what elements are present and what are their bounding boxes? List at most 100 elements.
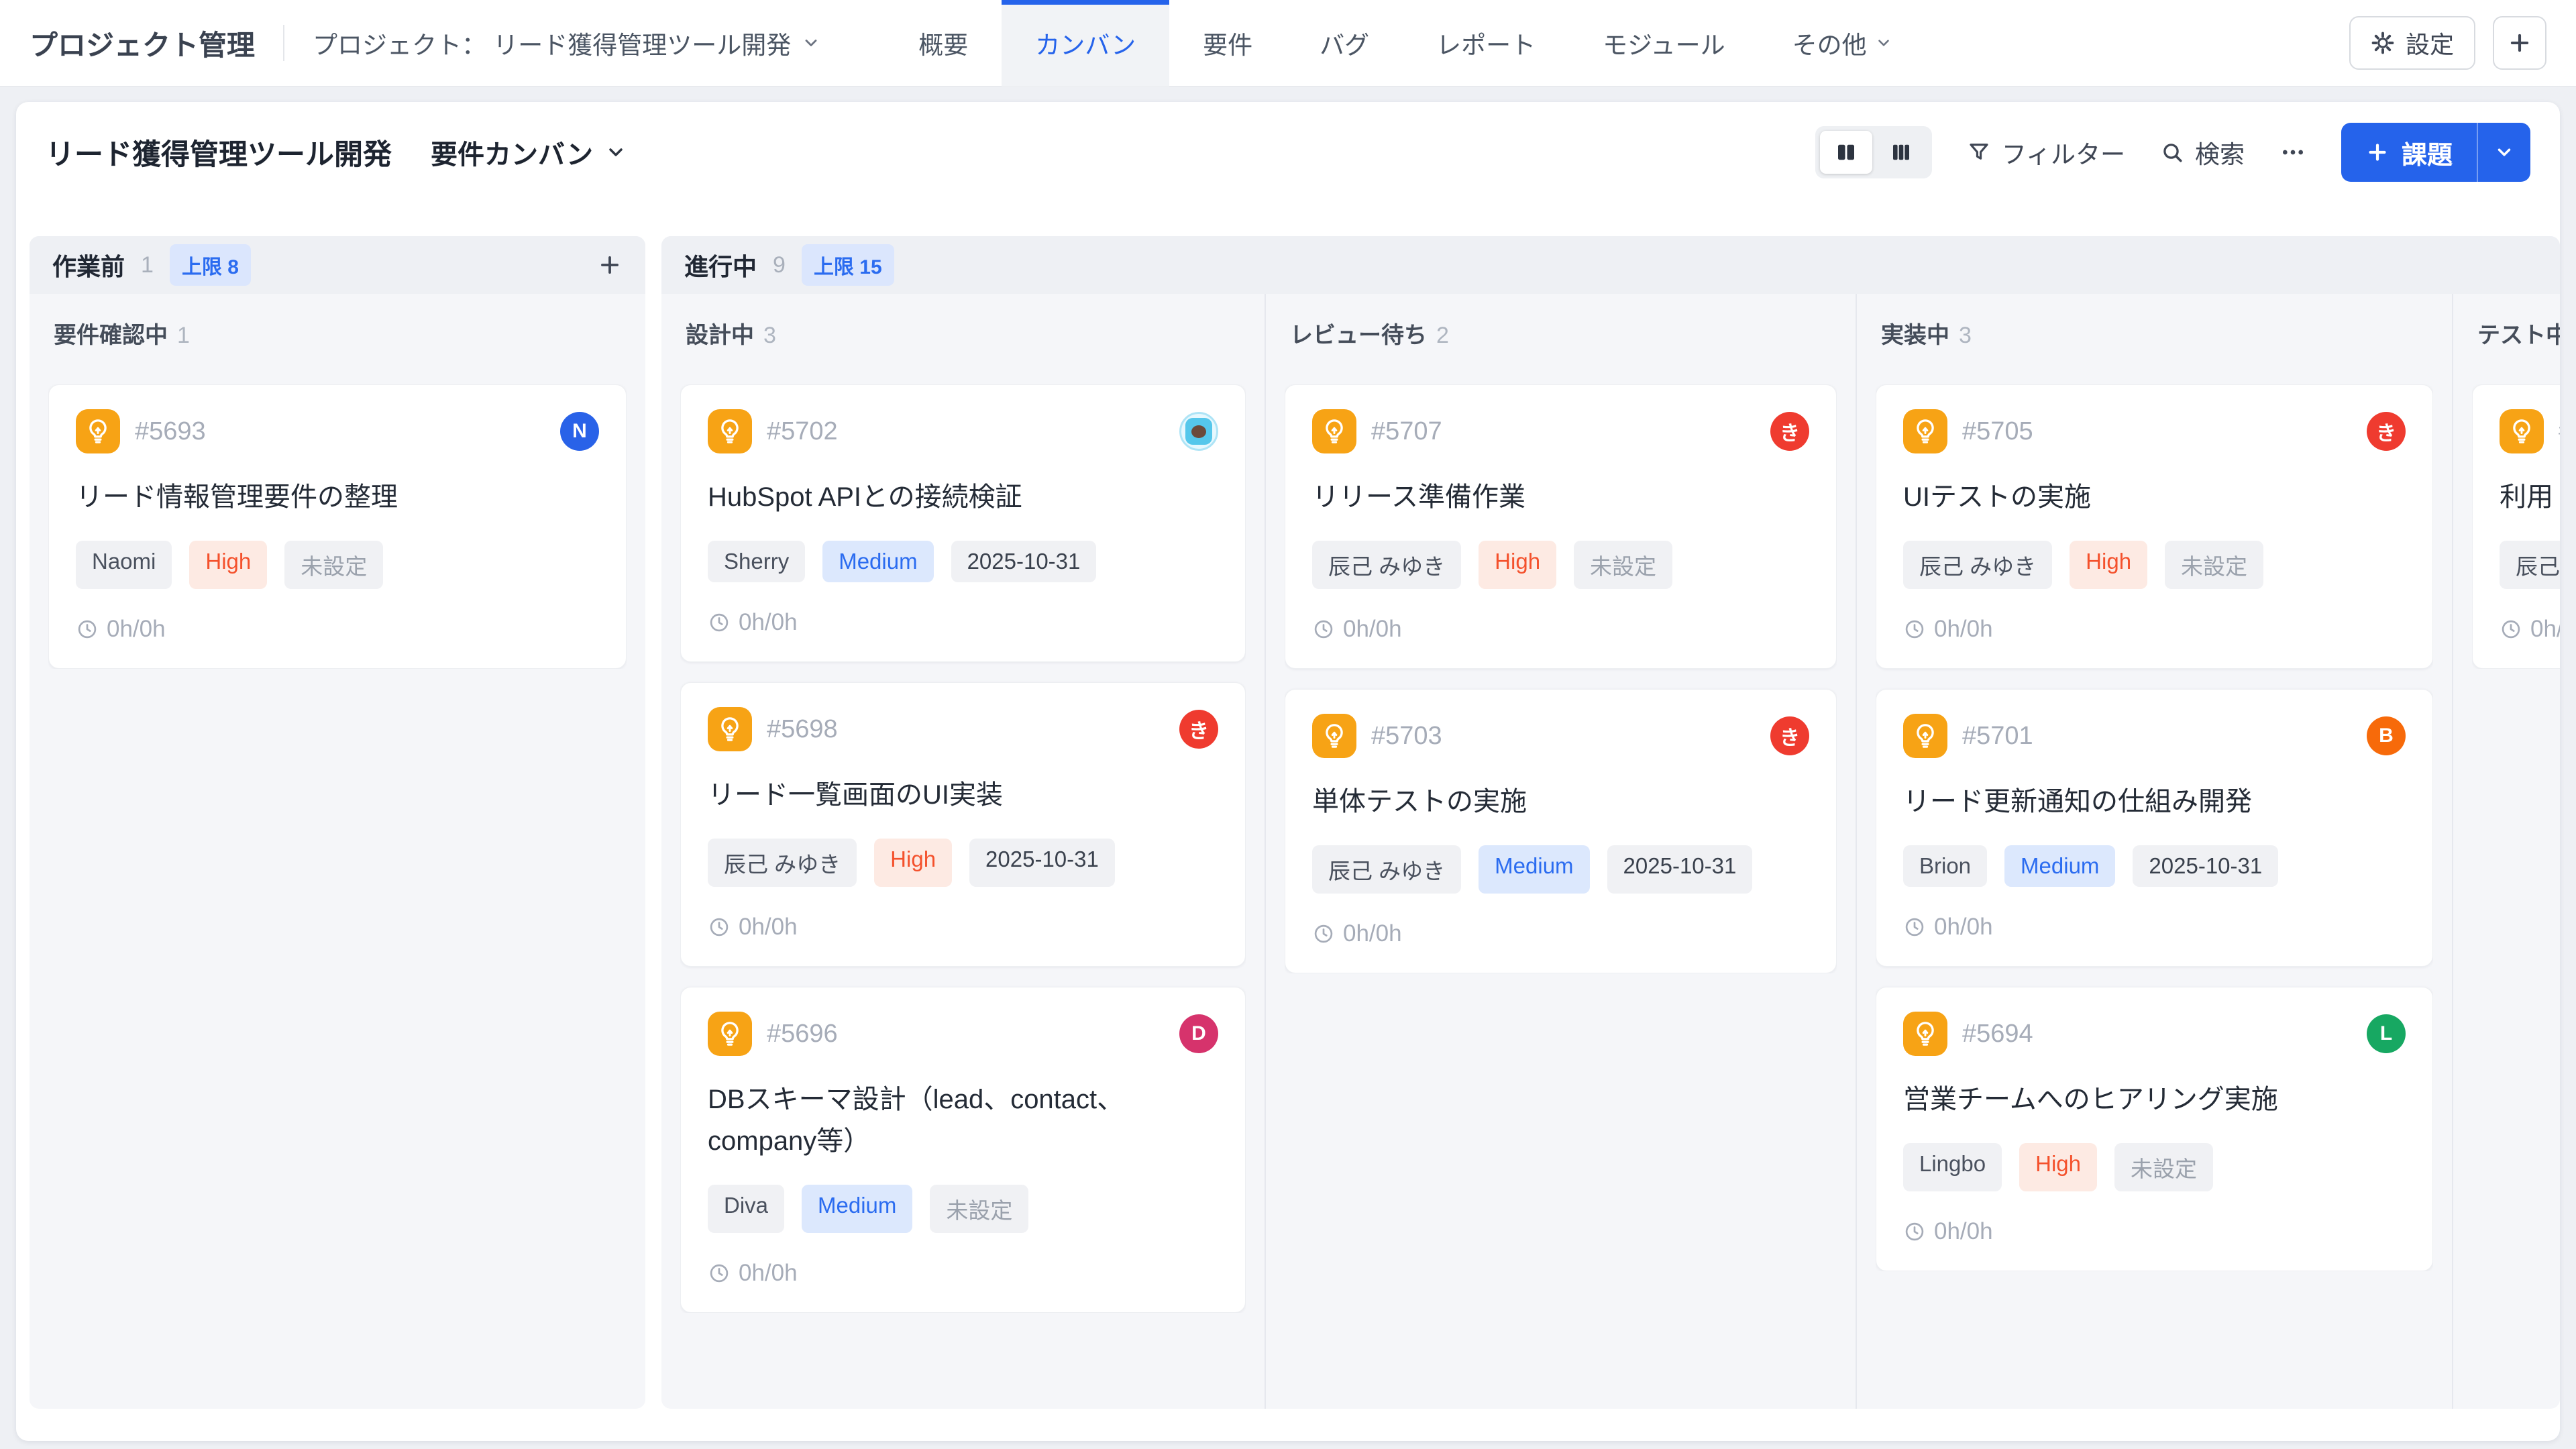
column-title: 要件確認中 — [54, 317, 168, 350]
issue-card[interactable]: #5701Bリード更新通知の仕組み開発BrionMedium2025-10-31… — [1876, 689, 2433, 967]
card-header: #5703き — [1312, 714, 1809, 758]
avatar: き — [1179, 710, 1218, 749]
column-cards: #5702HubSpot APIとの接続検証SherryMedium2025-1… — [680, 384, 1246, 1313]
region-count: 9 — [773, 252, 786, 278]
tab-バグ[interactable]: バグ — [1286, 0, 1403, 87]
view-two-columns-button[interactable] — [1820, 131, 1872, 174]
search-button[interactable]: 検索 — [2160, 134, 2245, 170]
tag-high: High — [189, 541, 267, 589]
region-title: 進行中 — [684, 248, 757, 282]
new-issue-dropdown-button[interactable] — [2477, 123, 2530, 182]
lightbulb-icon — [708, 707, 752, 751]
tag-assignee: 辰己 みゆき — [708, 839, 857, 887]
card-footer: 0h/0h — [708, 1260, 1218, 1287]
chevron-down-icon — [2494, 142, 2514, 162]
tab-label: 概要 — [918, 25, 968, 61]
card-tags: 辰己 みゆきHigh2025-10-31 — [708, 839, 1218, 887]
board-view-selector[interactable]: 要件カンバン — [431, 133, 627, 172]
tag-high: High — [2070, 541, 2147, 589]
add-window-button[interactable] — [2493, 16, 2546, 70]
card-tags: 辰己 みゆきMedium2025-10-31 — [1312, 845, 1809, 894]
region-inner: 進行中9上限 15設計中3#5702HubSpot APIとの接続検証Sherr… — [661, 236, 2560, 1409]
tag-medium: Medium — [822, 541, 933, 582]
avatar: き — [2367, 412, 2406, 451]
filter-button[interactable]: フィルター — [1967, 134, 2125, 170]
card-time: 0h/0h — [1934, 914, 1993, 941]
region-count: 1 — [141, 252, 154, 278]
card-header: #5696D — [708, 1012, 1218, 1056]
clock-icon — [1312, 618, 1335, 641]
kanban-region-進行中: 進行中9上限 15設計中3#5702HubSpot APIとの接続検証Sherr… — [661, 236, 2560, 1409]
issue-card[interactable]: #利用辰己 みゆき0h/0h — [2472, 384, 2560, 669]
tag-unset: 未設定 — [930, 1185, 1028, 1233]
issue-card[interactable]: #5703き単体テストの実施辰己 みゆきMedium2025-10-31 0h/0… — [1285, 689, 1837, 973]
tab-概要[interactable]: 概要 — [885, 0, 1002, 87]
column-header: テスト中 — [2472, 311, 2560, 384]
chevron-down-icon — [1875, 34, 1892, 52]
card-id: #5703 — [1371, 722, 1442, 751]
card-title: 単体テストの実施 — [1312, 781, 1809, 822]
issue-card[interactable]: #5707きリリース準備作業辰己 みゆきHigh未設定0h/0h — [1285, 384, 1837, 669]
lightbulb-icon — [76, 409, 120, 453]
tag-high: High — [874, 839, 952, 887]
kanban-column-要件確認中: 要件確認中1#5693Nリード情報管理要件の整理NaomiHigh未設定0h/0… — [30, 294, 645, 1409]
lightbulb-icon — [1312, 714, 1356, 758]
issue-card[interactable]: #5698きリード一覧画面のUI実装辰己 みゆきHigh2025-10-310h… — [680, 682, 1246, 967]
card-title: リード更新通知の仕組み開発 — [1903, 781, 2406, 822]
view-three-columns-button[interactable] — [1875, 131, 1927, 174]
issue-card[interactable]: #5705きUIテストの実施辰己 みゆきHigh未設定0h/0h — [1876, 384, 2433, 669]
tab-カンバン[interactable]: カンバン — [1002, 0, 1169, 87]
tab-その他[interactable]: その他 — [1759, 0, 1926, 87]
card-footer: 0h/0h — [1312, 920, 1809, 947]
lightbulb-icon — [1903, 1012, 1947, 1056]
lightbulb-icon — [1312, 409, 1356, 453]
card-title: 営業チームへのヒアリング実施 — [1903, 1079, 2406, 1120]
column-header: レビュー待ち2 — [1285, 311, 1837, 384]
tab-label: カンバン — [1035, 25, 1136, 61]
clock-icon — [708, 1262, 731, 1285]
chevron-down-icon — [802, 34, 820, 52]
card-title: DBスキーマ設計（lead、contact、company等） — [708, 1079, 1218, 1162]
tab-モジュール[interactable]: モジュール — [1569, 0, 1758, 87]
project-selector[interactable]: プロジェクト： リード獲得管理ツール開発 — [313, 25, 820, 61]
tab-レポート[interactable]: レポート — [1403, 0, 1569, 87]
clock-icon — [708, 916, 731, 938]
lightbulb-icon — [708, 409, 752, 453]
issue-card[interactable]: #5693Nリード情報管理要件の整理NaomiHigh未設定0h/0h — [48, 384, 627, 669]
columns-3-icon — [1889, 140, 1913, 164]
issue-card[interactable]: #5696DDBスキーマ設計（lead、contact、company等）Div… — [680, 987, 1246, 1313]
tag-assignee: 辰己 みゆき — [2500, 541, 2560, 589]
card-tags: 辰己 みゆきHigh未設定 — [1312, 541, 1809, 589]
column-count: 1 — [177, 323, 190, 349]
card-tags: BrionMedium2025-10-31 — [1903, 845, 2406, 887]
nav-actions: 設定 — [2349, 16, 2546, 70]
new-issue-button[interactable]: 課題 — [2341, 123, 2477, 182]
clock-icon — [1312, 922, 1335, 945]
tab-label: その他 — [1792, 25, 1867, 61]
tag-assignee: 辰己 みゆき — [1903, 541, 2052, 589]
add-card-button[interactable] — [597, 252, 623, 278]
tag-assignee: Sherry — [708, 541, 805, 582]
column-header: 設計中3 — [680, 311, 1246, 384]
issue-card[interactable]: #5702HubSpot APIとの接続検証SherryMedium2025-1… — [680, 384, 1246, 662]
tag-medium: Medium — [1479, 845, 1589, 894]
card-footer: 0h/0h — [1903, 616, 2406, 643]
view-toggle-group — [1815, 126, 1932, 178]
card-id: #5698 — [767, 715, 838, 744]
card-title: 利用 — [2500, 476, 2560, 518]
region-columns: 設計中3#5702HubSpot APIとの接続検証SherryMedium20… — [661, 294, 2560, 1409]
settings-button[interactable]: 設定 — [2349, 16, 2475, 70]
avatar: き — [1770, 412, 1809, 451]
card-header: #5702 — [708, 409, 1218, 453]
card-tags: 辰己 みゆき — [2500, 541, 2560, 589]
more-button[interactable] — [2279, 139, 2306, 166]
issue-card[interactable]: #5694L営業チームへのヒアリング実施LingboHigh未設定0h/0h — [1876, 987, 2433, 1271]
card-title: リード情報管理要件の整理 — [76, 476, 599, 518]
tag-assignee: Naomi — [76, 541, 172, 589]
avatar: L — [2367, 1014, 2406, 1053]
tab-label: バグ — [1320, 25, 1369, 61]
tag-high: High — [2019, 1143, 2097, 1191]
tab-要件[interactable]: 要件 — [1169, 0, 1286, 87]
column-cards: #5693Nリード情報管理要件の整理NaomiHigh未設定0h/0h — [48, 384, 627, 669]
card-tags: SherryMedium2025-10-31 — [708, 541, 1218, 582]
